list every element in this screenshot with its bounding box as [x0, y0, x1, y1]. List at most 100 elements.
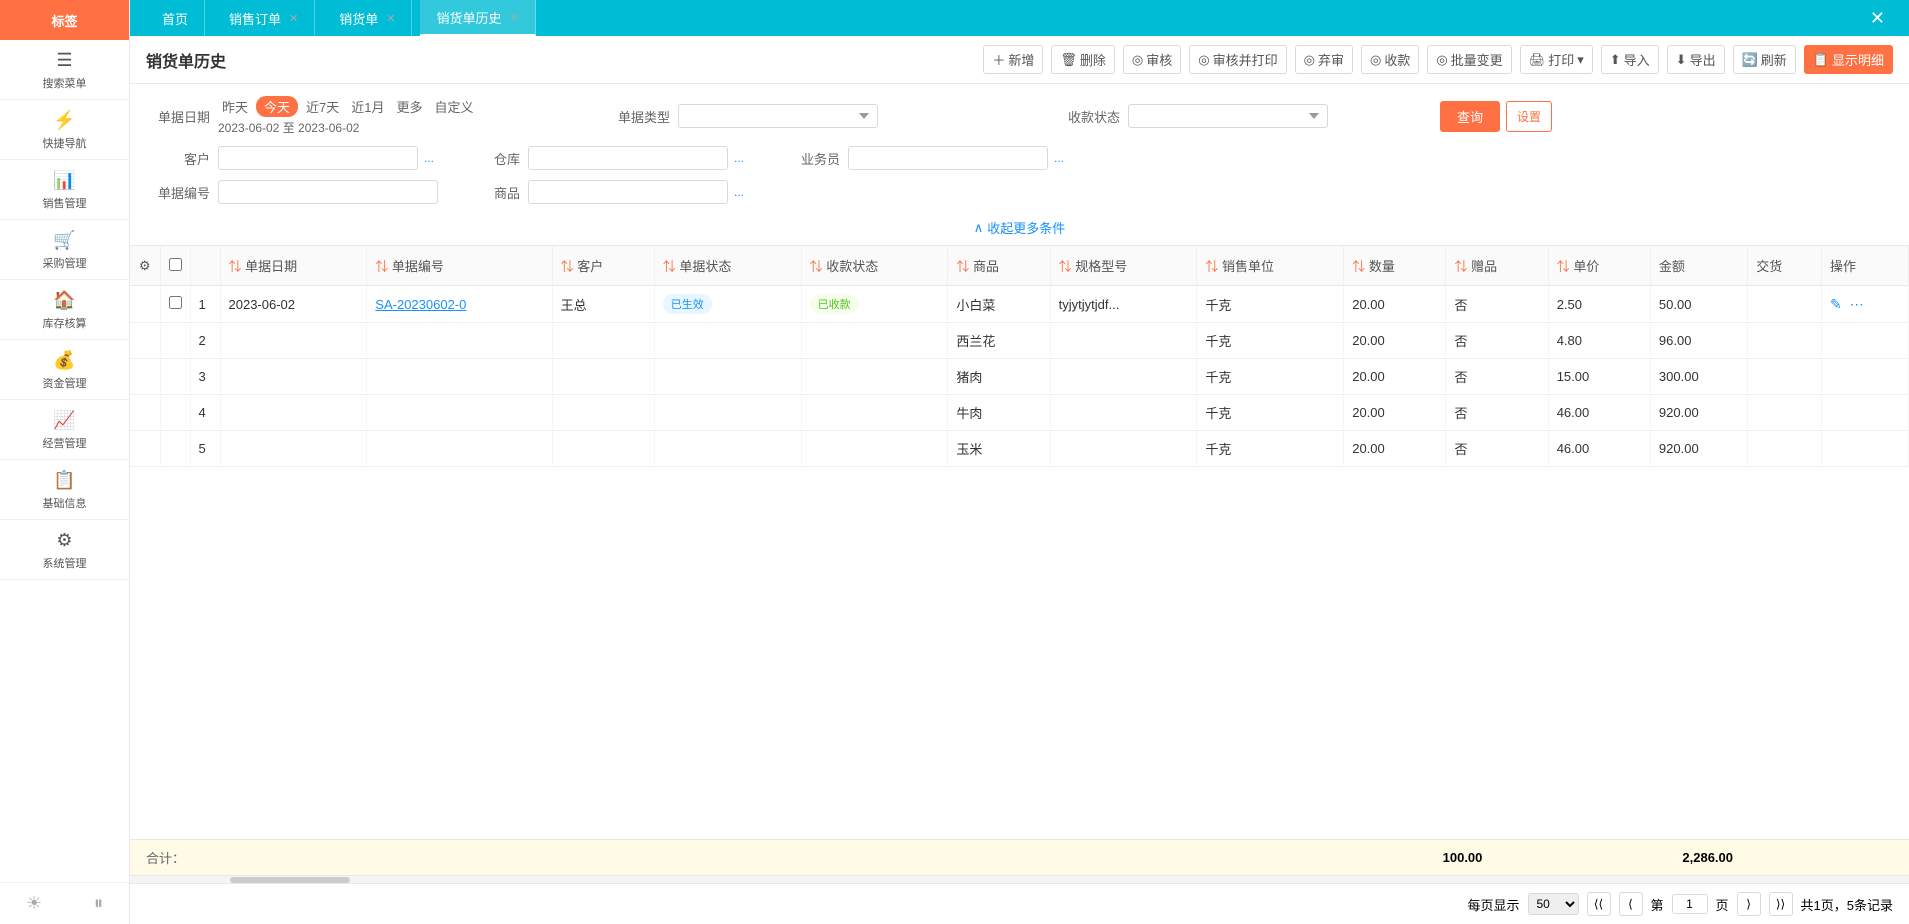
col-doc-date[interactable]: ⇅ 单据日期: [220, 246, 367, 286]
warehouse-input[interactable]: [528, 146, 728, 170]
col-spec-type[interactable]: ⇅ 规格型号: [1050, 246, 1197, 286]
sidebar-item-inventory[interactable]: 🏠 库存核算: [0, 280, 129, 340]
batch-change-button[interactable]: ◎ 批量变更: [1427, 45, 1511, 74]
audit-print-button[interactable]: ◎ 审核并打印: [1189, 45, 1286, 74]
salesperson-suffix[interactable]: ...: [1054, 151, 1064, 165]
page-number-input[interactable]: [1672, 894, 1708, 914]
export-button[interactable]: ⬇ 导出: [1667, 45, 1725, 74]
collect-button[interactable]: ◎ 收款: [1361, 45, 1419, 74]
col-transaction: 交货: [1748, 246, 1822, 286]
table-row: 4 牛肉 千克 20.00 否 46.00 920.00: [130, 395, 1909, 431]
salesperson-label: 业务员: [788, 149, 848, 168]
payment-status-select[interactable]: [1128, 104, 1328, 128]
doc-no-input[interactable]: [218, 180, 438, 204]
goods-suffix[interactable]: ...: [734, 185, 744, 199]
abandon-button[interactable]: ◎ 弃审: [1295, 45, 1353, 74]
cell-doc-status: 已生效: [654, 286, 801, 323]
col-sales-unit[interactable]: ⇅ 销售单位: [1197, 246, 1344, 286]
close-sales-order-icon[interactable]: ✕: [289, 12, 298, 25]
audit-button[interactable]: ◎ 审核: [1123, 45, 1181, 74]
next-page-button[interactable]: ⟩: [1737, 892, 1761, 916]
show-detail-button[interactable]: 📋 显示明细: [1804, 45, 1893, 74]
shortcut-1month[interactable]: 近1月: [347, 96, 388, 117]
sort-icon: ⇅: [956, 259, 969, 274]
col-quantity[interactable]: ⇅ 数量: [1344, 246, 1446, 286]
sidebar-item-quick-nav[interactable]: ⚡ 快捷导航: [0, 100, 129, 160]
col-payment-status[interactable]: ⇅ 收款状态: [801, 246, 948, 286]
sidebar-bottom-btn1[interactable]: ☀: [26, 893, 42, 914]
shortcut-yesterday[interactable]: 昨天: [218, 96, 252, 117]
close-all-tabs-button[interactable]: ✕: [1862, 8, 1893, 29]
cell-row-no: 2: [190, 323, 220, 359]
cell-row-no: 4: [190, 395, 220, 431]
edit-icon[interactable]: ✎: [1830, 296, 1842, 313]
customer-suffix[interactable]: ...: [424, 151, 434, 165]
doc-no-link[interactable]: SA-20230602-0: [375, 297, 466, 312]
close-sales-history-icon[interactable]: ✕: [510, 11, 519, 24]
cell-quantity: 20.00: [1344, 431, 1446, 467]
sidebar-item-basic-info[interactable]: 📋 基础信息: [0, 460, 129, 520]
goods-input[interactable]: [528, 180, 728, 204]
col-checkbox[interactable]: [160, 246, 190, 286]
cell-checkbox[interactable]: [160, 431, 190, 467]
dropdown-icon: ▾: [1577, 52, 1584, 68]
cell-checkbox[interactable]: [160, 323, 190, 359]
add-button[interactable]: ＋ 新增: [983, 45, 1043, 74]
sidebar-item-operations[interactable]: 📈 经营管理: [0, 400, 129, 460]
col-actions: 操作: [1821, 246, 1908, 286]
print-button[interactable]: 🖨 打印 ▾: [1520, 45, 1593, 74]
query-button[interactable]: 查询: [1440, 101, 1500, 132]
col-unit-price[interactable]: ⇅ 单价: [1548, 246, 1650, 286]
cell-settings: [130, 286, 160, 323]
sidebar-item-sales-mgmt[interactable]: 📊 销售管理: [0, 160, 129, 220]
horizontal-scrollbar[interactable]: [130, 875, 1909, 883]
sort-icon: ⇅: [375, 259, 388, 274]
select-all-checkbox[interactable]: [169, 258, 182, 271]
col-doc-no[interactable]: ⇅ 单据编号: [367, 246, 552, 286]
sidebar-item-sys-mgmt[interactable]: ⚙ 系统管理: [0, 520, 129, 580]
delete-button[interactable]: 🗑 删除: [1051, 45, 1115, 74]
shortcut-custom[interactable]: 自定义: [431, 96, 478, 117]
warehouse-suffix[interactable]: ...: [734, 151, 744, 165]
cell-goods: 牛肉: [948, 395, 1050, 431]
sidebar-item-search-menu[interactable]: ☰ 搜索菜单: [0, 40, 129, 100]
collapse-button[interactable]: ∧ 收起更多条件: [146, 214, 1893, 245]
refresh-button[interactable]: 🔄 刷新: [1733, 45, 1796, 74]
cell-checkbox[interactable]: [160, 286, 190, 323]
last-page-button[interactable]: ⟩⟩: [1769, 892, 1793, 916]
shortcut-7days[interactable]: 近7天: [302, 96, 343, 117]
shortcut-more[interactable]: 更多: [393, 96, 427, 117]
col-goods[interactable]: ⇅ 商品: [948, 246, 1050, 286]
prev-page-button[interactable]: ⟨: [1619, 892, 1643, 916]
col-doc-status[interactable]: ⇅ 单据状态: [654, 246, 801, 286]
doc-type-select[interactable]: [678, 104, 878, 128]
cell-doc-status: [654, 431, 801, 467]
sidebar-item-finance[interactable]: 💰 资金管理: [0, 340, 129, 400]
table-row: 1 2023-06-02 SA-20230602-0 王总 已生效 已收款 小白…: [130, 286, 1909, 323]
col-customer[interactable]: ⇅ 客户: [552, 246, 654, 286]
cell-checkbox[interactable]: [160, 395, 190, 431]
cell-sales-unit: 千克: [1197, 431, 1344, 467]
col-settings[interactable]: ⚙: [130, 246, 160, 286]
tab-sales-history[interactable]: 销货单历史 ✕: [420, 0, 535, 36]
more-icon[interactable]: ⋯: [1850, 296, 1864, 313]
tab-home[interactable]: 首页: [146, 0, 205, 36]
salesperson-input[interactable]: [848, 146, 1048, 170]
tab-sales-goods[interactable]: 销货单 ✕: [323, 0, 412, 36]
cell-settings: [130, 395, 160, 431]
tab-sales-order[interactable]: 销售订单 ✕: [213, 0, 315, 36]
sidebar-bottom-btn2[interactable]: ⏸: [94, 893, 103, 914]
import-button[interactable]: ⬆ 导入: [1601, 45, 1659, 74]
settings-button[interactable]: 设置: [1506, 101, 1552, 132]
first-page-button[interactable]: ⟨⟨: [1587, 892, 1611, 916]
sidebar-item-purchase-mgmt[interactable]: 🛒 采购管理: [0, 220, 129, 280]
close-sales-goods-icon[interactable]: ✕: [386, 12, 395, 25]
cell-checkbox[interactable]: [160, 359, 190, 395]
col-gift[interactable]: ⇅ 赠品: [1446, 246, 1548, 286]
cell-row-no: 5: [190, 431, 220, 467]
shortcut-today[interactable]: 今天: [256, 96, 298, 117]
row-checkbox[interactable]: [169, 296, 182, 309]
per-page-select[interactable]: 50 20 100: [1528, 893, 1579, 915]
customer-input[interactable]: [218, 146, 418, 170]
doc-type-label: 单据类型: [618, 107, 678, 126]
